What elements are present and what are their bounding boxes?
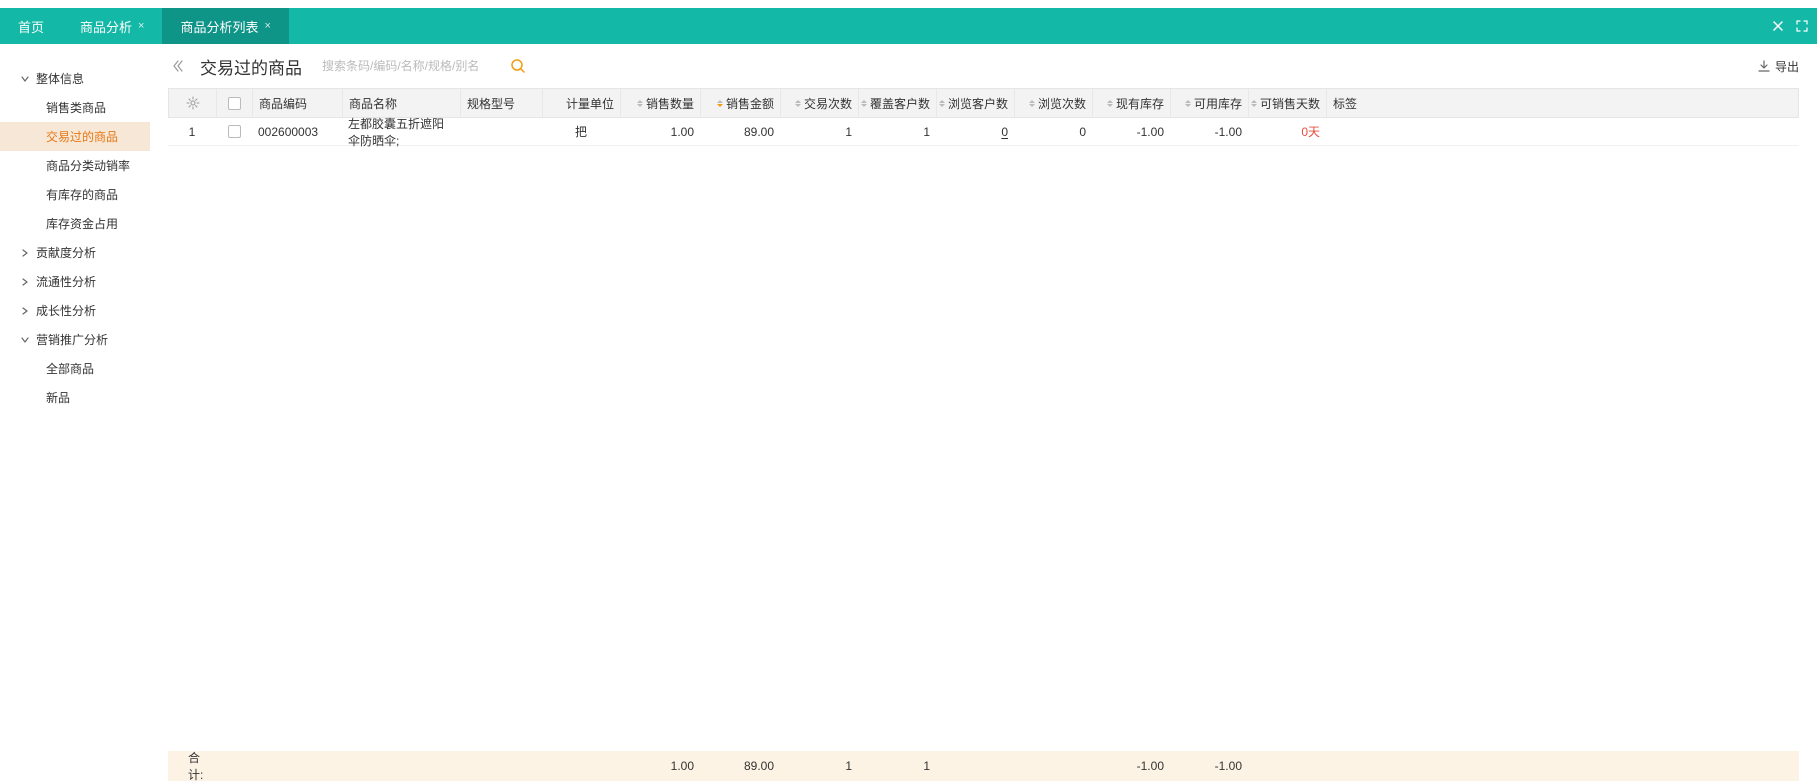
chevron-right-icon: [20, 306, 32, 316]
col-unit[interactable]: 计量单位: [543, 89, 621, 117]
cell-amt: 89.00: [700, 118, 780, 145]
gear-icon: [186, 96, 200, 110]
cell-name: 左都胶囊五折遮阳伞防晒伞;: [342, 118, 460, 145]
col-days[interactable]: 可销售天数: [1249, 89, 1327, 117]
cell-qty: 1.00: [620, 118, 700, 145]
tab-close-icon[interactable]: ×: [264, 20, 270, 32]
export-button[interactable]: 导出: [1757, 58, 1799, 75]
chevron-down-icon: [20, 74, 32, 84]
cell-cust: 1: [858, 118, 936, 145]
sidebar-group-label: 流通性分析: [36, 273, 96, 290]
tabs-bar: 首页 商品分析 × 商品分析列表 ×: [0, 8, 1817, 44]
search-input[interactable]: [322, 59, 502, 73]
export-icon: [1757, 59, 1771, 73]
column-settings[interactable]: [169, 89, 217, 117]
sidebar: 整体信息销售类商品交易过的商品商品分类动销率有库存的商品库存资金占用贡献度分析流…: [0, 44, 150, 781]
sidebar-group-1[interactable]: 贡献度分析: [0, 238, 150, 267]
chevron-down-icon: [20, 335, 32, 345]
col-cust[interactable]: 覆盖客户数: [859, 89, 937, 117]
cell-browse-count: 0: [1014, 118, 1092, 145]
col-stock[interactable]: 现有库存: [1093, 89, 1171, 117]
tab-close-icon[interactable]: ×: [138, 20, 144, 32]
cell-days: 0天: [1248, 118, 1326, 145]
page-title: 交易过的商品: [200, 54, 302, 79]
chevron-right-icon: [20, 248, 32, 258]
cell-spec: [460, 118, 542, 145]
sidebar-group-4[interactable]: 营销推广分析: [0, 325, 150, 354]
header-spacer: [0, 0, 1817, 8]
tab-label: 商品分析: [80, 17, 132, 36]
sidebar-item-0-0[interactable]: 销售类商品: [0, 93, 150, 122]
tab-0[interactable]: 首页: [0, 8, 62, 44]
row-checkbox[interactable]: [216, 118, 252, 145]
footer-label: 合计:: [168, 751, 216, 781]
sidebar-group-label: 贡献度分析: [36, 244, 96, 261]
footer-txn: 1: [780, 751, 858, 781]
row-index: 1: [168, 118, 216, 145]
col-qty[interactable]: 销售数量: [621, 89, 701, 117]
col-avail[interactable]: 可用库存: [1171, 89, 1249, 117]
close-all-tabs-icon[interactable]: [1771, 19, 1785, 33]
col-code[interactable]: 商品编码: [253, 89, 343, 117]
sidebar-item-4-0[interactable]: 全部商品: [0, 354, 150, 383]
sidebar-group-label: 整体信息: [36, 70, 84, 87]
footer-avail: -1.00: [1170, 751, 1248, 781]
search-icon[interactable]: [510, 58, 526, 74]
sidebar-item-0-3[interactable]: 有库存的商品: [0, 180, 150, 209]
cell-txn: 1: [780, 118, 858, 145]
table-header: 商品编码 商品名称 规格型号 计量单位 销售数量 销售金额 交易次数 覆盖客户数…: [168, 88, 1799, 118]
footer-cust: 1: [858, 751, 936, 781]
cell-browse-customers[interactable]: 0: [936, 118, 1014, 145]
tab-label: 首页: [18, 17, 44, 36]
select-all-checkbox[interactable]: [217, 89, 253, 117]
footer-qty: 1.00: [620, 751, 700, 781]
col-bcnt[interactable]: 浏览次数: [1015, 89, 1093, 117]
collapse-sidebar-button[interactable]: [168, 59, 186, 73]
export-label: 导出: [1775, 58, 1799, 75]
sidebar-item-4-1[interactable]: 新品: [0, 383, 150, 412]
col-spec[interactable]: 规格型号: [461, 89, 543, 117]
sidebar-group-0[interactable]: 整体信息: [0, 64, 150, 93]
tab-2[interactable]: 商品分析列表 ×: [162, 8, 288, 44]
sidebar-group-label: 成长性分析: [36, 302, 96, 319]
footer-amt: 89.00: [700, 751, 780, 781]
col-bcust[interactable]: 浏览客户数: [937, 89, 1015, 117]
table-row[interactable]: 1002600003左都胶囊五折遮阳伞防晒伞;把1.0089.001100-1.…: [168, 118, 1799, 146]
sidebar-group-2[interactable]: 流通性分析: [0, 267, 150, 296]
cell-tag: [1326, 118, 1799, 145]
footer-stock: -1.00: [1092, 751, 1170, 781]
sidebar-item-0-4[interactable]: 库存资金占用: [0, 209, 150, 238]
tab-1[interactable]: 商品分析 ×: [62, 8, 162, 44]
content-header: 交易过的商品 导出: [150, 44, 1817, 88]
table-footer-totals: 合计: 1.00 89.00 1 1 -1.00 -1.00: [168, 751, 1799, 781]
fullscreen-icon[interactable]: [1795, 19, 1809, 33]
footer-bcnt: [1014, 751, 1092, 781]
col-name[interactable]: 商品名称: [343, 89, 461, 117]
col-amt[interactable]: 销售金额: [701, 89, 781, 117]
sidebar-group-3[interactable]: 成长性分析: [0, 296, 150, 325]
sidebar-group-label: 营销推广分析: [36, 331, 108, 348]
sidebar-item-0-2[interactable]: 商品分类动销率: [0, 151, 150, 180]
tab-label: 商品分析列表: [180, 17, 258, 36]
footer-bcust: [936, 751, 1014, 781]
col-txn[interactable]: 交易次数: [781, 89, 859, 117]
cell-unit: 把: [542, 118, 620, 145]
col-tag[interactable]: 标签: [1327, 89, 1798, 117]
cell-code: 002600003: [252, 118, 342, 145]
sidebar-item-0-1[interactable]: 交易过的商品: [0, 122, 150, 151]
cell-stock: -1.00: [1092, 118, 1170, 145]
cell-avail: -1.00: [1170, 118, 1248, 145]
chevron-right-icon: [20, 277, 32, 287]
